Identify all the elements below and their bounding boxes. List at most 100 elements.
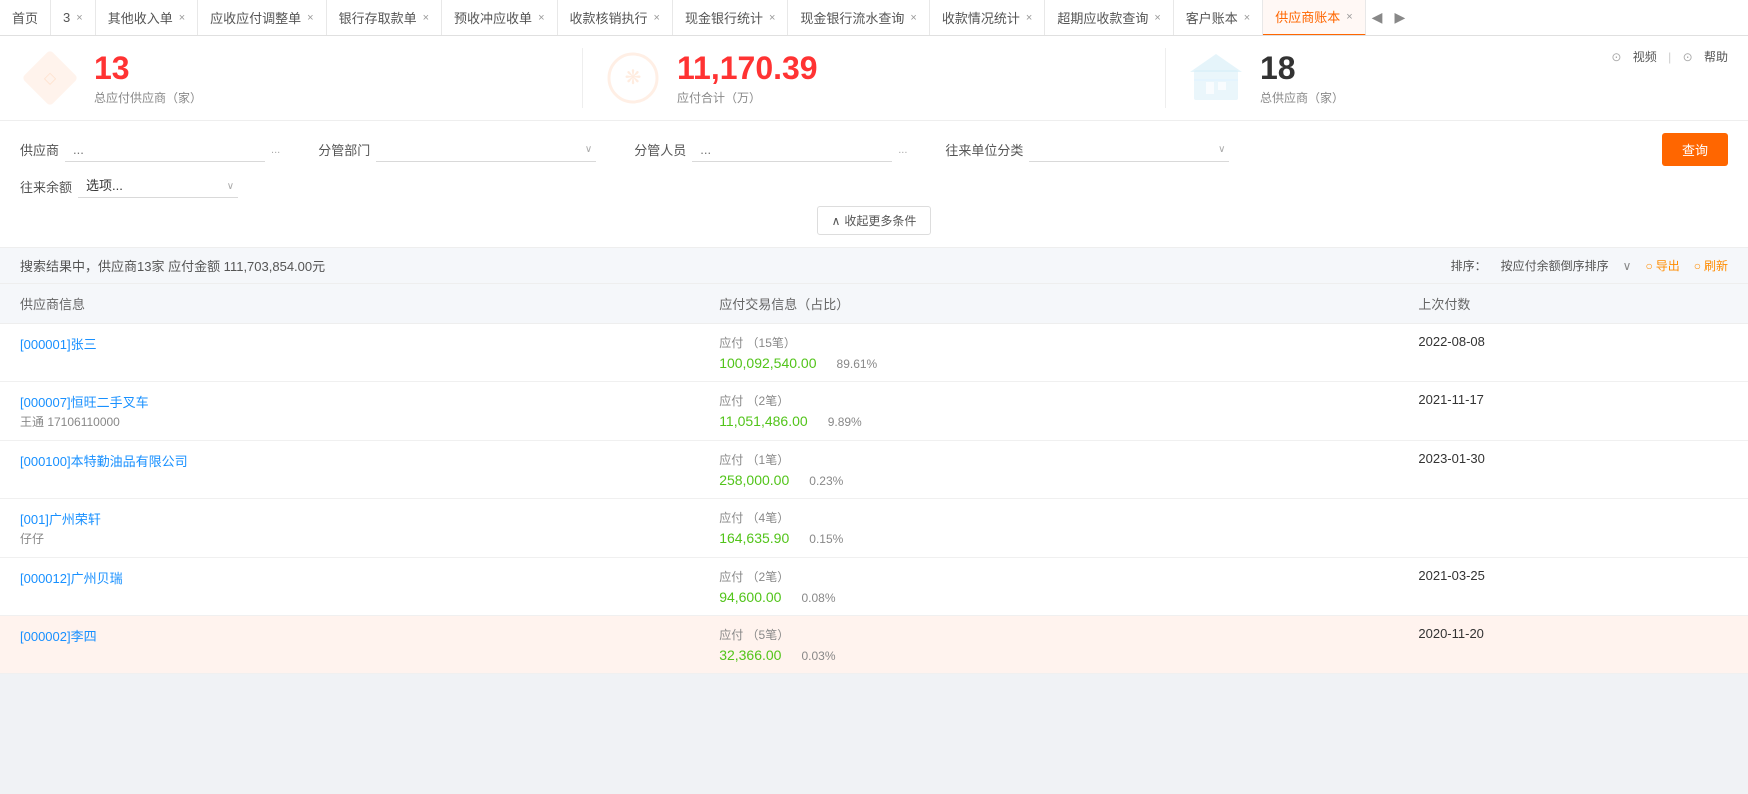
- stat-number-payable-suppliers: 13: [94, 50, 202, 87]
- nav-tab-cashflow[interactable]: 现金银行流水查询 ×: [788, 0, 929, 36]
- dept-select[interactable]: [376, 138, 596, 162]
- supplier-link[interactable]: [000007]恒旺二手叉车: [20, 395, 149, 410]
- stat-divider-2: [1165, 48, 1166, 108]
- tx-amount[interactable]: 32,366.00: [719, 647, 781, 663]
- results-info: 搜索结果中，供应商13家 应付金额 111,703,854.00元: [20, 256, 325, 275]
- supplier-cell: [000100]本特勤油品有限公司: [0, 441, 699, 499]
- export-button[interactable]: ○ 导出: [1645, 257, 1679, 274]
- transaction-cell: 应付 （4笔） 164,635.90 0.15%: [699, 499, 1398, 558]
- nav-tab-customer-label: 客户账本: [1186, 8, 1238, 27]
- top-navigation: 首页 3 × 其他收入单 × 应收应付调整单 × 银行存取款单 × 预收冲应收单…: [0, 0, 1748, 36]
- tx-top-row: 应付 （1笔）: [719, 451, 1378, 468]
- close-tab-income[interactable]: ×: [179, 12, 185, 24]
- help-icon: ⊙: [1683, 50, 1693, 64]
- close-tab-adjust[interactable]: ×: [307, 12, 313, 24]
- close-tab-3[interactable]: ×: [76, 12, 82, 24]
- close-tab-prepay[interactable]: ×: [538, 12, 544, 24]
- close-tab-bank[interactable]: ×: [423, 12, 429, 24]
- nav-tab-bank[interactable]: 银行存取款单 ×: [327, 0, 442, 36]
- tx-amount[interactable]: 164,635.90: [719, 530, 789, 546]
- table-body: [000001]张三应付 （15笔）100,092,540.0089.61%20…: [0, 324, 1748, 674]
- balance-select[interactable]: 选项...: [78, 174, 238, 198]
- nav-tab-income[interactable]: 其他收入单 ×: [96, 0, 198, 36]
- collapse-button-wrap: ∧ 收起更多条件: [20, 206, 1728, 235]
- supplier-link[interactable]: [000001]张三: [20, 337, 97, 352]
- tx-top-row: 应付 （4笔）: [719, 509, 1378, 526]
- supplier-sub-info: 仔仔: [20, 530, 679, 547]
- help-link[interactable]: 帮助: [1704, 50, 1728, 64]
- nav-tab-collection[interactable]: 收款核销执行 ×: [558, 0, 673, 36]
- stat-label-payable-suppliers: 总应付供应商（家）: [94, 89, 202, 106]
- table-header: 供应商信息 应付交易信息（占比） 上次付数: [0, 284, 1748, 324]
- supplier-link[interactable]: [000002]李四: [20, 629, 97, 644]
- close-tab-receipt-stats[interactable]: ×: [1026, 12, 1032, 24]
- nav-tab-cashbank[interactable]: 现金银行统计 ×: [673, 0, 788, 36]
- supplier-link[interactable]: [000012]广州贝瑞: [20, 571, 123, 586]
- shop-icon: [1186, 48, 1246, 108]
- supplier-table: 供应商信息 应付交易信息（占比） 上次付数 [000001]张三应付 （15笔）…: [0, 284, 1748, 674]
- tx-count: （1笔）: [747, 453, 790, 467]
- stat-text-payable-suppliers: 13 总应付供应商（家）: [94, 50, 202, 106]
- nav-arrow-right[interactable]: ▶: [1388, 9, 1411, 26]
- nav-tab-overdue[interactable]: 超期应收款查询 ×: [1045, 0, 1173, 36]
- sort-value[interactable]: 按应付余额倒序排序: [1501, 257, 1609, 274]
- tx-percent: 0.08%: [801, 591, 835, 605]
- transaction-cell: 应付 （1笔） 258,000.00 0.23%: [699, 441, 1398, 499]
- tx-count: （2笔）: [747, 570, 790, 584]
- stat-label-total-suppliers: 总供应商（家）: [1260, 89, 1344, 106]
- table-row: [000002]李四应付 （5笔）32,366.000.03%2020-11-2…: [0, 616, 1748, 674]
- refresh-button[interactable]: ○ 刷新: [1694, 257, 1728, 274]
- close-tab-collection[interactable]: ×: [654, 12, 660, 24]
- tx-amount[interactable]: 100,092,540.00: [719, 355, 816, 371]
- nav-tab-receipt-stats[interactable]: 收款情况统计 ×: [930, 0, 1045, 36]
- tx-bottom-row: 32,366.000.03%: [719, 647, 1378, 663]
- close-tab-overdue[interactable]: ×: [1154, 12, 1160, 24]
- tx-amount[interactable]: 11,051,486.00: [719, 413, 808, 429]
- supplier-input[interactable]: [65, 138, 265, 162]
- tx-bottom-row: 11,051,486.009.89%: [719, 413, 1378, 429]
- sort-label: 排序：: [1451, 257, 1487, 274]
- separator: |: [1668, 50, 1671, 64]
- nav-tab-prepay[interactable]: 预收冲应收单 ×: [442, 0, 557, 36]
- supplier-filter-label: 供应商: [20, 140, 59, 159]
- nav-tab-overdue-label: 超期应收款查询: [1057, 8, 1148, 27]
- person-input[interactable]: [692, 138, 892, 162]
- nav-tab-customer[interactable]: 客户账本 ×: [1174, 0, 1263, 36]
- tx-bottom-row: 94,600.00 0.08%: [719, 589, 1378, 605]
- export-icon: ○: [1645, 259, 1652, 273]
- tx-percent: 89.61%: [837, 357, 878, 371]
- tx-top-row: 应付 （5笔）: [719, 626, 1378, 643]
- nav-tab-adjust-label: 应收应付调整单: [210, 8, 301, 27]
- results-actions: 排序： 按应付余额倒序排序 ∨ ○ 导出 ○ 刷新: [1451, 257, 1728, 274]
- stat-block-payable-total: ❋ 11,170.39 应付合计（万）: [603, 48, 1145, 108]
- supplier-link[interactable]: [001]广州荣轩: [20, 512, 101, 527]
- last-pay-cell: [1398, 499, 1748, 558]
- tx-amount[interactable]: 258,000.00: [719, 472, 789, 488]
- header-stats-section: ⊙ 视频 | ⊙ 帮助 ◇ 13 总应付供应商（家） ❋ 11,170.39: [0, 36, 1748, 121]
- category-select[interactable]: [1029, 138, 1229, 162]
- collapse-button[interactable]: ∧ 收起更多条件: [817, 206, 932, 235]
- supplier-link[interactable]: [000100]本特勤油品有限公司: [20, 454, 188, 469]
- nav-tab-home-label: 首页: [12, 8, 38, 27]
- close-tab-customer[interactable]: ×: [1244, 12, 1250, 24]
- close-tab-supplier[interactable]: ×: [1346, 11, 1352, 23]
- stat-divider-1: [582, 48, 583, 108]
- nav-tab-adjust[interactable]: 应收应付调整单 ×: [198, 0, 326, 36]
- close-tab-cashbank[interactable]: ×: [769, 12, 775, 24]
- table-row: [001]广州荣轩仔仔 应付 （4笔） 164,635.90 0.15%: [0, 499, 1748, 558]
- nav-tab-home[interactable]: 首页: [0, 0, 51, 36]
- nav-tab-3[interactable]: 3 ×: [51, 0, 96, 36]
- video-link[interactable]: 视频: [1633, 50, 1657, 64]
- nav-tab-supplier[interactable]: 供应商账本 ×: [1263, 0, 1365, 36]
- close-tab-cashflow[interactable]: ×: [910, 12, 916, 24]
- supplier-cell: [001]广州荣轩仔仔: [0, 499, 699, 558]
- table-row: [000012]广州贝瑞应付 （2笔）94,600.000.08%2021-03…: [0, 558, 1748, 616]
- tx-amount[interactable]: 94,600.00: [719, 589, 781, 605]
- tx-count: （2笔）: [747, 394, 790, 408]
- tx-percent: 0.15%: [809, 532, 843, 546]
- stat-text-payable-total: 11,170.39 应付合计（万）: [677, 50, 818, 106]
- nav-arrow-left[interactable]: ◀: [1366, 9, 1389, 26]
- svg-text:◇: ◇: [44, 70, 57, 87]
- tx-percent: 0.23%: [809, 474, 843, 488]
- query-button[interactable]: 查询: [1662, 133, 1728, 166]
